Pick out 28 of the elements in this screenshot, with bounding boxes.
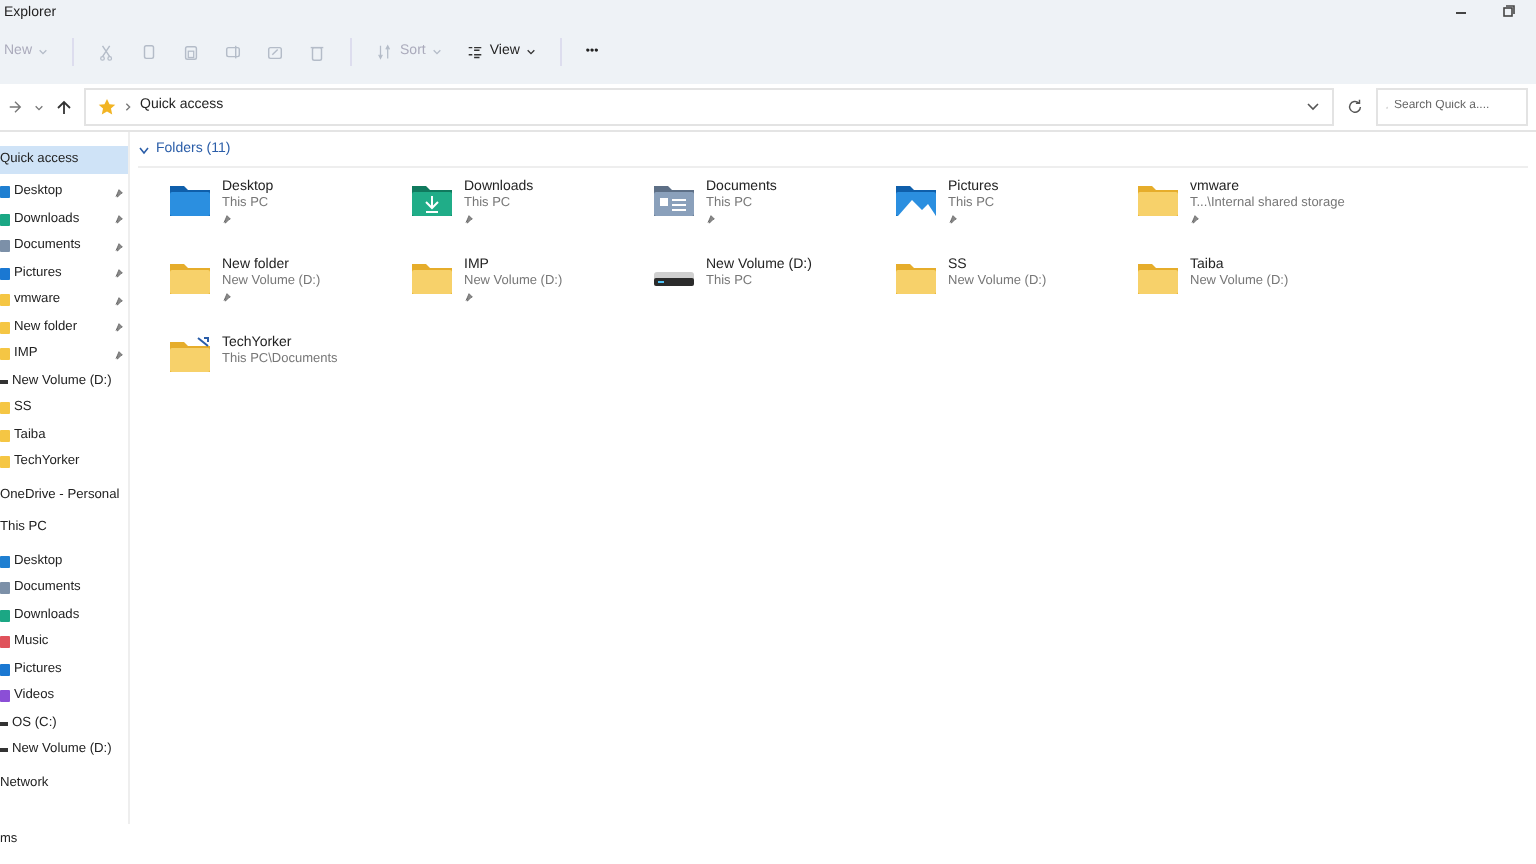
collapse-caret-icon[interactable] [138,145,150,156]
sort-icon [376,43,395,61]
pin-icon [114,214,124,225]
caret-icon [431,48,442,56]
pin-icon [114,322,124,333]
chevron-icon [124,102,132,112]
cut-icon [98,43,117,61]
rename-icon [224,43,243,61]
pin-icon [114,295,124,306]
shortcut-folder-icon [168,335,212,375]
recent-caret-icon[interactable] [34,103,44,111]
star-icon [98,98,116,116]
paste-icon [182,43,201,61]
dropdown-caret-icon[interactable] [1306,102,1320,112]
pin-icon [114,187,124,198]
copy-icon [140,43,159,61]
forward-arrow-icon[interactable] [8,100,22,114]
view-icon [465,43,484,61]
pin-icon [114,349,124,360]
delete-icon [308,43,327,61]
refresh-icon[interactable] [1346,98,1364,116]
caret-icon [525,48,536,56]
up-arrow-icon[interactable] [56,99,72,115]
restore-icon[interactable] [1502,4,1516,18]
pin-icon [114,268,124,279]
share-icon [266,43,285,61]
caret-icon [38,48,49,56]
pin-icon [114,241,124,252]
